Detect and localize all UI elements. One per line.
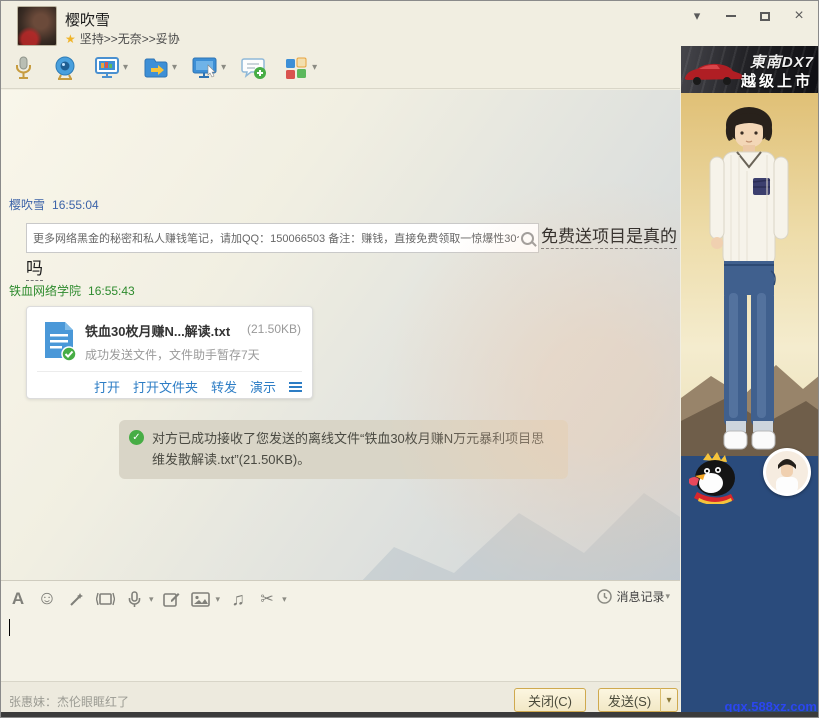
text-file-icon bbox=[45, 322, 77, 362]
chat-bubble-plus-icon bbox=[240, 54, 268, 82]
chevron-down-icon[interactable]: ▾ bbox=[221, 62, 226, 73]
compose-toolbar: A ☺ ▾ ▾ ♫ ✂ ▾ bbox=[7, 585, 287, 613]
create-group-button[interactable] bbox=[240, 54, 268, 82]
message-sender-row: 樱吹雪 16:55:04 bbox=[9, 196, 99, 213]
sender-name: 樱吹雪 bbox=[9, 198, 46, 212]
compose-area: A ☺ ▾ ▾ ♫ ✂ ▾ 消息记录 ▾ bbox=[1, 580, 680, 681]
notice-text: 对方已成功接收了您发送的离线文件“铁血30枚月赚N万元暴利项目思维发散解读.tx… bbox=[152, 431, 545, 467]
video-call-button[interactable] bbox=[51, 54, 79, 82]
close-icon: × bbox=[794, 7, 804, 24]
inline-image-text: 更多网络黑金的秘密和私人赚钱笔记，请加QQ：150066503 备注：赚钱，直接… bbox=[33, 233, 519, 245]
ad-banner[interactable]: 東南DX7 越级上市 bbox=[681, 46, 818, 93]
text-input-caret[interactable] bbox=[9, 619, 10, 636]
window-bottom-edge bbox=[1, 712, 818, 717]
qq-penguin-icon[interactable] bbox=[685, 452, 743, 504]
sender-name: 铁血网络学院 bbox=[9, 284, 82, 298]
qq-chat-window: 樱吹雪 ★ 坚持>>无奈>>妥协 ▾ ▾ ▾ ▾ 樱吹雪 16:55:04 更多… bbox=[0, 0, 819, 718]
send-file-icon bbox=[142, 54, 170, 82]
present-link[interactable]: 演示 bbox=[250, 377, 276, 396]
message-text: 免费送项目是真的 bbox=[541, 227, 677, 249]
message-sender-row: 铁血网络学院 16:55:43 bbox=[9, 282, 135, 299]
chevron-down-icon[interactable]: ▾ bbox=[123, 62, 128, 73]
emoticon-button[interactable]: ☺ bbox=[36, 588, 58, 610]
message-inline-image[interactable]: 更多网络黑金的秘密和私人赚钱笔记，请加QQ：150066503 备注：赚钱，直接… bbox=[26, 223, 539, 253]
app-grid-icon bbox=[282, 54, 310, 82]
forward-link[interactable]: 转发 bbox=[211, 377, 237, 396]
send-file-button[interactable]: ▾ bbox=[142, 54, 177, 82]
minimize-button[interactable] bbox=[720, 7, 742, 25]
right-sidebar: 東南DX7 越级上市 qqx.588xz.com bbox=[681, 1, 818, 717]
window-shake-button[interactable] bbox=[94, 588, 116, 610]
message-text: 吗 bbox=[26, 259, 43, 281]
screenshot-edit-button[interactable] bbox=[161, 588, 183, 610]
webcam-icon bbox=[51, 54, 79, 82]
maximize-icon bbox=[760, 11, 770, 21]
more-actions-icon[interactable] bbox=[289, 381, 302, 392]
chat-toolbar: ▾ ▾ ▾ ▾ bbox=[1, 47, 680, 89]
news-ticker[interactable]: 张惠妹：杰伦眼眶红了 bbox=[9, 693, 129, 710]
window-controls: ▾ × bbox=[686, 7, 810, 25]
screen-share-button[interactable]: ▾ bbox=[93, 54, 128, 82]
qq-show-panel[interactable] bbox=[681, 93, 818, 456]
card-divider bbox=[37, 371, 302, 372]
file-name: 铁血30枚月赚N...解读.txt bbox=[85, 324, 231, 339]
car-icon bbox=[684, 63, 743, 85]
signature-row: ★ 坚持>>无奈>>妥协 bbox=[65, 30, 180, 47]
vip-star-icon: ★ bbox=[65, 32, 76, 46]
peer-avatar[interactable] bbox=[17, 6, 57, 46]
peer-name: 樱吹雪 bbox=[65, 12, 111, 29]
chevron-down-icon: ▾ bbox=[693, 8, 701, 23]
close-window-button[interactable]: × bbox=[788, 7, 810, 25]
magic-wand-button[interactable] bbox=[65, 588, 87, 610]
file-status: 成功发送文件，文件助手暂存7天 bbox=[85, 348, 260, 362]
open-folder-link[interactable]: 打开文件夹 bbox=[133, 377, 198, 396]
chevron-down-icon[interactable]: ▾ bbox=[282, 594, 287, 605]
file-transfer-card: 铁血30枚月赚N...解读.txt (21.50KB) 成功发送文件，文件助手暂… bbox=[26, 306, 313, 399]
magnifier-icon[interactable] bbox=[521, 231, 534, 245]
message-time: 16:55:04 bbox=[52, 198, 99, 212]
microphone-icon bbox=[9, 54, 37, 82]
voice-message-button[interactable] bbox=[123, 588, 145, 610]
file-actions: 打开 打开文件夹 转发 演示 bbox=[94, 377, 302, 396]
apps-button[interactable]: ▾ bbox=[282, 54, 317, 82]
screen-share-icon bbox=[93, 54, 121, 82]
clock-icon bbox=[597, 589, 613, 604]
send-image-button[interactable] bbox=[190, 588, 212, 610]
chevron-down-icon: ▾ bbox=[665, 591, 670, 601]
chat-history: 樱吹雪 16:55:04 更多网络黑金的秘密和私人赚钱笔记，请加QQ：150066… bbox=[1, 90, 680, 670]
music-button[interactable]: ♫ bbox=[227, 588, 249, 610]
chevron-down-icon[interactable]: ▾ bbox=[216, 594, 221, 605]
main-column: 樱吹雪 ★ 坚持>>无奈>>妥协 ▾ ▾ ▾ ▾ 樱吹雪 16:55:04 更多… bbox=[1, 1, 680, 717]
voice-call-button[interactable] bbox=[9, 54, 37, 82]
history-label: 消息记录 bbox=[616, 590, 665, 604]
send-options-button[interactable]: ▾ bbox=[660, 688, 678, 712]
open-link[interactable]: 打开 bbox=[94, 377, 120, 396]
character-illustration bbox=[681, 107, 818, 456]
minimize-icon bbox=[726, 15, 736, 17]
close-button[interactable]: 关闭(C) bbox=[514, 688, 586, 712]
chevron-down-icon[interactable]: ▾ bbox=[172, 62, 177, 73]
ad-slogan-text: 越级上市 bbox=[740, 73, 813, 90]
ad-brand-text: 東南DX7 bbox=[749, 54, 814, 71]
send-button[interactable]: 发送(S) bbox=[598, 688, 660, 712]
peer-signature: 坚持>>无奈>>妥协 bbox=[79, 32, 180, 46]
remote-demo-button[interactable]: ▾ bbox=[191, 54, 226, 82]
chevron-down-icon[interactable]: ▾ bbox=[149, 594, 154, 605]
file-size: (21.50KB) bbox=[247, 322, 302, 336]
message-history-button[interactable]: 消息记录 ▾ bbox=[597, 588, 670, 605]
title-bar: 樱吹雪 ★ 坚持>>无奈>>妥协 bbox=[1, 1, 680, 47]
self-avatar[interactable] bbox=[763, 448, 811, 496]
message-time: 16:55:43 bbox=[88, 284, 135, 298]
maximize-button[interactable] bbox=[754, 7, 776, 25]
font-button[interactable]: A bbox=[7, 588, 29, 610]
chevron-down-icon[interactable]: ▾ bbox=[312, 62, 317, 73]
system-notice: ✓ 对方已成功接收了您发送的离线文件“铁血30枚月赚N万元暴利项目思维发散解读.… bbox=[119, 420, 568, 479]
sidebar-bottom-panel: qqx.588xz.com bbox=[681, 448, 818, 717]
remote-desktop-icon bbox=[191, 54, 219, 82]
skin-menu-button[interactable]: ▾ bbox=[686, 7, 708, 25]
screen-cut-button[interactable]: ✂ bbox=[256, 588, 278, 610]
success-check-icon: ✓ bbox=[129, 430, 144, 445]
